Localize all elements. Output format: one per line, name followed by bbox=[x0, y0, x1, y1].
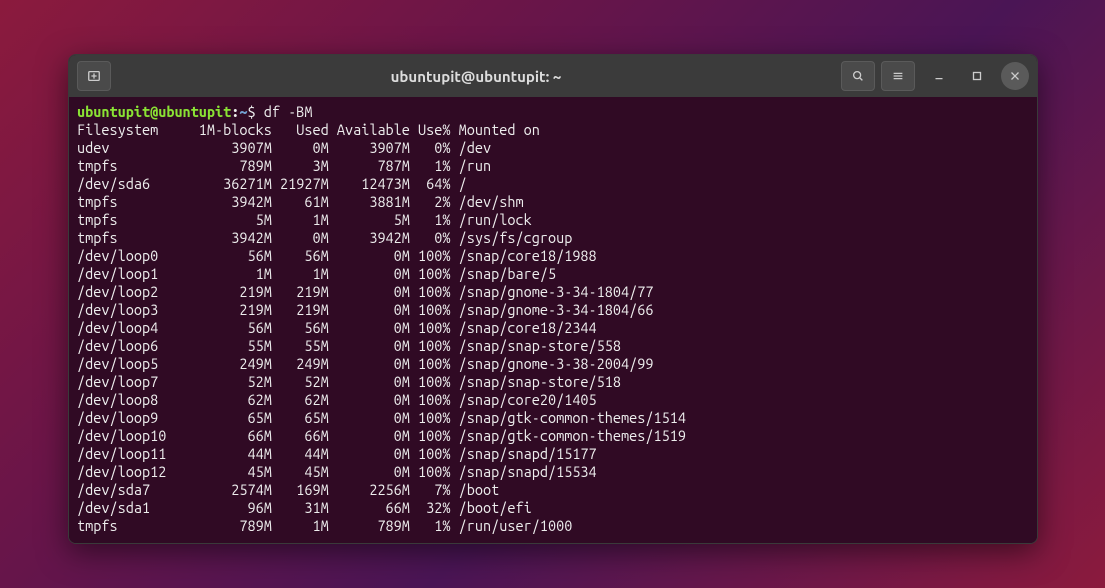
df-row: /dev/loop7 52M 52M 0M 100% /snap/snap-st… bbox=[77, 373, 1029, 391]
hamburger-icon bbox=[891, 69, 905, 83]
command-text: df -BM bbox=[264, 103, 313, 120]
titlebar-right bbox=[841, 61, 1029, 91]
df-row: /dev/sda7 2574M 169M 2256M 7% /boot bbox=[77, 481, 1029, 499]
df-row: /dev/sda6 36271M 21927M 12473M 64% / bbox=[77, 175, 1029, 193]
df-header: Filesystem 1M-blocks Used Available Use%… bbox=[77, 121, 1029, 139]
df-row: /dev/loop0 56M 56M 0M 100% /snap/core18/… bbox=[77, 247, 1029, 265]
df-row: /dev/loop2 219M 219M 0M 100% /snap/gnome… bbox=[77, 283, 1029, 301]
maximize-button[interactable] bbox=[963, 62, 991, 90]
df-row: tmpfs 789M 1M 789M 1% /run/user/1000 bbox=[77, 517, 1029, 535]
terminal-body[interactable]: ubuntupit@ubuntupit:~$ df -BMFilesystem … bbox=[69, 97, 1037, 543]
maximize-icon bbox=[970, 69, 984, 83]
df-row: /dev/loop3 219M 219M 0M 100% /snap/gnome… bbox=[77, 301, 1029, 319]
prompt-user-host: ubuntupit@ubuntupit bbox=[77, 103, 231, 120]
close-icon bbox=[1008, 69, 1022, 83]
df-row: tmpfs 5M 1M 5M 1% /run/lock bbox=[77, 211, 1029, 229]
df-row: tmpfs 789M 3M 787M 1% /run bbox=[77, 157, 1029, 175]
prompt-line: ubuntupit@ubuntupit:~$ df -BM bbox=[77, 103, 1029, 121]
df-row: /dev/loop4 56M 56M 0M 100% /snap/core18/… bbox=[77, 319, 1029, 337]
df-row: tmpfs 3942M 61M 3881M 2% /dev/shm bbox=[77, 193, 1029, 211]
df-row: udev 3907M 0M 3907M 0% /dev bbox=[77, 139, 1029, 157]
search-button[interactable] bbox=[841, 61, 875, 91]
prompt-path: ~ bbox=[239, 103, 247, 120]
minimize-icon bbox=[932, 69, 946, 83]
menu-button[interactable] bbox=[881, 61, 915, 91]
df-row: /dev/loop12 45M 45M 0M 100% /snap/snapd/… bbox=[77, 463, 1029, 481]
new-tab-button[interactable] bbox=[77, 61, 111, 91]
df-row: /dev/loop1 1M 1M 0M 100% /snap/bare/5 bbox=[77, 265, 1029, 283]
df-row: /dev/loop9 65M 65M 0M 100% /snap/gtk-com… bbox=[77, 409, 1029, 427]
window-title: ubuntupit@ubuntupit: ~ bbox=[117, 68, 835, 85]
minimize-button[interactable] bbox=[925, 62, 953, 90]
df-row: /dev/loop8 62M 62M 0M 100% /snap/core20/… bbox=[77, 391, 1029, 409]
titlebar: ubuntupit@ubuntupit: ~ bbox=[69, 55, 1037, 97]
search-icon bbox=[851, 69, 865, 83]
df-row: tmpfs 3942M 0M 3942M 0% /sys/fs/cgroup bbox=[77, 229, 1029, 247]
df-row: /dev/loop10 66M 66M 0M 100% /snap/gtk-co… bbox=[77, 427, 1029, 445]
close-button[interactable] bbox=[1001, 62, 1029, 90]
df-row: /dev/loop5 249M 249M 0M 100% /snap/gnome… bbox=[77, 355, 1029, 373]
df-row: /dev/sda1 96M 31M 66M 32% /boot/efi bbox=[77, 499, 1029, 517]
terminal-window: ubuntupit@ubuntupit: ~ ubuntupit@ubuntup… bbox=[68, 54, 1038, 544]
df-row: /dev/loop6 55M 55M 0M 100% /snap/snap-st… bbox=[77, 337, 1029, 355]
plus-tab-icon bbox=[87, 69, 101, 83]
df-row: /dev/loop11 44M 44M 0M 100% /snap/snapd/… bbox=[77, 445, 1029, 463]
prompt-dollar: $ bbox=[248, 103, 264, 120]
